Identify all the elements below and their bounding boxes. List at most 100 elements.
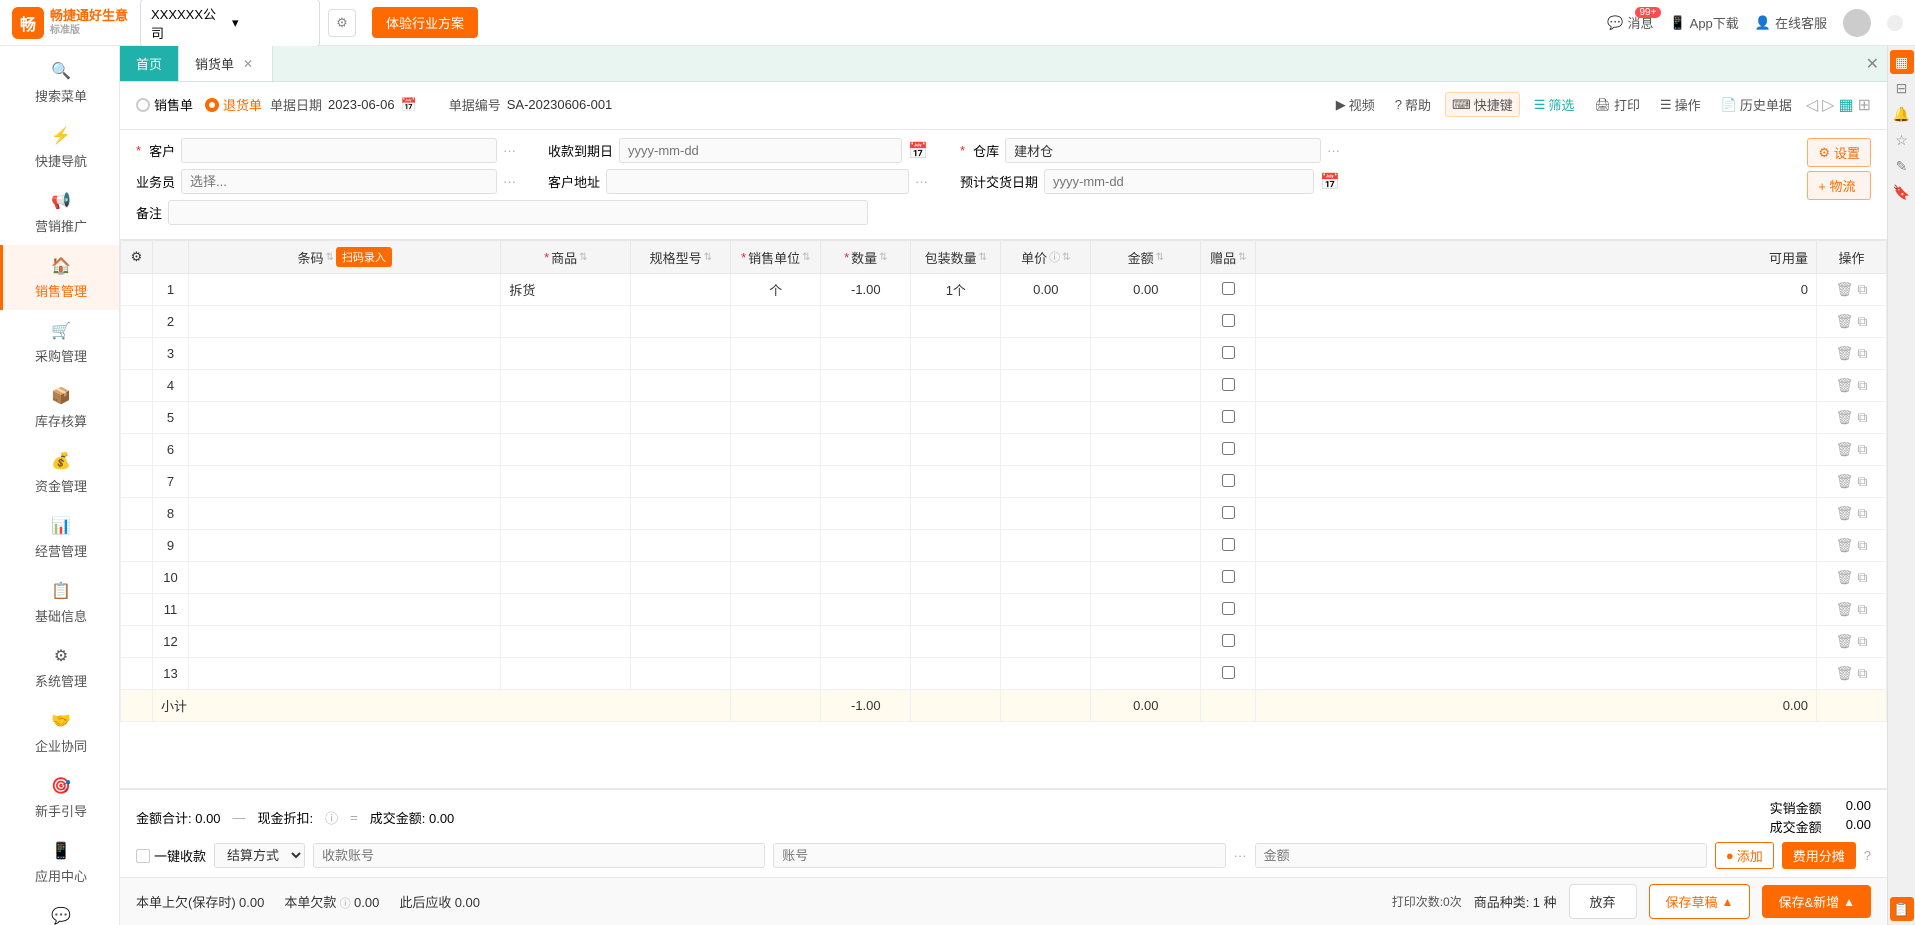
sidebar-item-basic-info[interactable]: 📋 基础信息 bbox=[0, 570, 119, 635]
online-service-btn[interactable]: 👤 在线客服 bbox=[1755, 13, 1827, 32]
price-info-icon[interactable]: ⓘ bbox=[1049, 249, 1060, 265]
sidebar-item-quick-nav[interactable]: ⚡ 快捷导航 bbox=[0, 115, 119, 180]
copy-icon[interactable]: ⧉ bbox=[1857, 537, 1867, 554]
delete-icon[interactable]: 🗑 bbox=[1836, 633, 1854, 650]
warehouse-input[interactable] bbox=[1005, 138, 1321, 163]
rp-bookmark-icon[interactable]: 🔖 bbox=[1890, 180, 1914, 204]
salesperson-input[interactable] bbox=[181, 169, 497, 194]
copy-icon[interactable]: ⧉ bbox=[1857, 665, 1867, 682]
company-selector[interactable]: XXXXXX公司 ▾ bbox=[140, 0, 320, 47]
row-1-copy-icon[interactable]: ⧉ bbox=[1857, 281, 1867, 298]
unit-sort-icon[interactable]: ⇅ bbox=[802, 252, 810, 263]
payment-method-select[interactable]: 结算方式 bbox=[214, 843, 305, 868]
user-avatar[interactable] bbox=[1843, 9, 1871, 37]
tab-close-all-icon[interactable]: ✕ bbox=[1866, 54, 1879, 74]
copy-icon[interactable]: ⧉ bbox=[1857, 313, 1867, 330]
address-dots-icon[interactable]: ··· bbox=[915, 174, 928, 189]
expected-delivery-input[interactable] bbox=[1044, 169, 1314, 194]
row-1-qty[interactable]: -1.00 bbox=[821, 274, 911, 306]
logistics-btn[interactable]: + 物流 bbox=[1807, 171, 1871, 200]
prev-icon[interactable]: ◁ bbox=[1806, 95, 1818, 115]
rp-edit-icon[interactable]: ✎ bbox=[1890, 154, 1914, 178]
row-1-unit[interactable]: 个 bbox=[731, 274, 821, 306]
customer-dots-icon[interactable]: ··· bbox=[503, 143, 516, 158]
one-click-payment-checkbox[interactable]: 一键收款 bbox=[136, 846, 206, 865]
user-menu-icon[interactable] bbox=[1887, 15, 1903, 31]
fee-split-btn[interactable]: 费用分摊 bbox=[1782, 842, 1856, 869]
sidebar-item-search[interactable]: 🔍 搜索菜单 bbox=[0, 50, 119, 115]
rp-star-icon[interactable]: ☆ bbox=[1890, 128, 1914, 152]
amount-dots-icon[interactable]: ··· bbox=[1234, 848, 1247, 863]
sidebar-item-inventory[interactable]: 📦 库存核算 bbox=[0, 375, 119, 440]
grid-view-icon[interactable]: ⊞ bbox=[1858, 95, 1871, 115]
short-info-icon[interactable]: ⓘ bbox=[340, 898, 351, 910]
sidebar-item-purchase[interactable]: 🛒 采购管理 bbox=[0, 310, 119, 375]
sidebar-item-app-center[interactable]: 📱 应用中心 bbox=[0, 830, 119, 895]
copy-icon[interactable]: ⧉ bbox=[1857, 345, 1867, 362]
salesperson-dots-icon[interactable]: ··· bbox=[503, 174, 516, 189]
settings-icon[interactable]: ⚙ bbox=[328, 9, 356, 37]
copy-icon[interactable]: ⧉ bbox=[1857, 377, 1867, 394]
row-1-amount[interactable]: 0.00 bbox=[1091, 274, 1201, 306]
th-settings[interactable]: ⚙ bbox=[121, 241, 153, 274]
delete-icon[interactable]: 🗑 bbox=[1836, 473, 1854, 490]
copy-icon[interactable]: ⧉ bbox=[1857, 633, 1867, 650]
delete-icon[interactable]: 🗑 bbox=[1836, 665, 1854, 682]
rp-list-icon[interactable]: ⊟ bbox=[1890, 76, 1914, 100]
qty-sort-icon[interactable]: ⇅ bbox=[879, 252, 887, 263]
sidebar-item-sales[interactable]: 🏠 销售管理 bbox=[0, 245, 119, 310]
radio-return[interactable]: 退货单 bbox=[205, 95, 262, 114]
radio-sales[interactable]: 销售单 bbox=[136, 95, 193, 114]
next-icon[interactable]: ▷ bbox=[1822, 95, 1834, 115]
add-payment-btn[interactable]: ● 添加 bbox=[1715, 842, 1774, 869]
account-input[interactable] bbox=[313, 843, 765, 868]
rp-orange-icon[interactable]: 📋 bbox=[1890, 897, 1914, 921]
video-btn[interactable]: ▶ 视频 bbox=[1330, 93, 1381, 116]
sidebar-item-finance[interactable]: 💰 资金管理 bbox=[0, 440, 119, 505]
shortcut-btn[interactable]: ⌨ 快捷键 bbox=[1445, 92, 1520, 117]
row-1-gift[interactable] bbox=[1201, 274, 1256, 306]
product-sort-icon[interactable]: ⇅ bbox=[579, 252, 587, 263]
experience-btn[interactable]: 体验行业方案 bbox=[372, 7, 478, 38]
spec-sort-icon[interactable]: ⇅ bbox=[704, 252, 712, 263]
delete-icon[interactable]: 🗑 bbox=[1836, 537, 1854, 554]
account-num-input[interactable] bbox=[773, 843, 1225, 868]
rp-table-icon[interactable]: ▦ bbox=[1890, 50, 1914, 74]
tab-home[interactable]: 首页 bbox=[120, 46, 179, 81]
delete-icon[interactable]: 🗑 bbox=[1836, 505, 1854, 522]
delete-icon[interactable]: 🗑 bbox=[1836, 441, 1854, 458]
sidebar-item-marketing[interactable]: 📢 营销推广 bbox=[0, 180, 119, 245]
payment-amount-input[interactable] bbox=[1255, 843, 1707, 868]
pack-sort-icon[interactable]: ⇅ bbox=[979, 252, 987, 263]
fee-help-icon[interactable]: ? bbox=[1864, 848, 1871, 863]
row-1-delete-icon[interactable]: 🗑 bbox=[1836, 281, 1854, 298]
delivery-calendar-icon[interactable]: 📅 bbox=[1320, 172, 1340, 192]
delete-icon[interactable]: 🗑 bbox=[1836, 313, 1854, 330]
list-view-icon[interactable]: ▦ bbox=[1838, 95, 1853, 115]
delete-icon[interactable]: 🗑 bbox=[1836, 377, 1854, 394]
copy-icon[interactable]: ⧉ bbox=[1857, 569, 1867, 586]
delete-icon[interactable]: 🗑 bbox=[1836, 569, 1854, 586]
row-1-pack-qty[interactable]: 1个 bbox=[911, 274, 1001, 306]
settings-action-btn[interactable]: ⚙ 设置 bbox=[1807, 138, 1871, 167]
copy-icon[interactable]: ⧉ bbox=[1857, 505, 1867, 522]
copy-icon[interactable]: ⧉ bbox=[1857, 601, 1867, 618]
save-new-btn[interactable]: 保存&新增 ▲ bbox=[1762, 885, 1871, 918]
row-1-product[interactable]: 拆货 bbox=[501, 274, 631, 306]
draft-btn[interactable]: 保存草稿 ▲ bbox=[1649, 884, 1751, 919]
sidebar-item-enterprise[interactable]: 🤝 企业协同 bbox=[0, 700, 119, 765]
sidebar-item-operations[interactable]: 📊 经营管理 bbox=[0, 505, 119, 570]
sidebar-item-guide[interactable]: 🎯 新手引导 bbox=[0, 765, 119, 830]
copy-icon[interactable]: ⧉ bbox=[1857, 409, 1867, 426]
date-calendar-icon[interactable]: 📅 bbox=[401, 97, 417, 113]
row-1-price[interactable]: 0.00 bbox=[1001, 274, 1091, 306]
cash-discount-info-icon[interactable]: ⓘ bbox=[325, 808, 338, 827]
row-1-gift-checkbox[interactable] bbox=[1222, 282, 1235, 295]
sidebar-item-wechat[interactable]: 💬 企业微信 bbox=[0, 895, 119, 925]
remark-input[interactable] bbox=[168, 200, 868, 225]
customer-input[interactable] bbox=[181, 138, 497, 163]
history-btn[interactable]: 📄 历史单据 bbox=[1715, 93, 1798, 116]
due-date-calendar-icon[interactable]: 📅 bbox=[908, 141, 928, 161]
row-1-settings[interactable] bbox=[121, 274, 153, 306]
tab-close-icon[interactable]: ✕ bbox=[240, 56, 256, 72]
